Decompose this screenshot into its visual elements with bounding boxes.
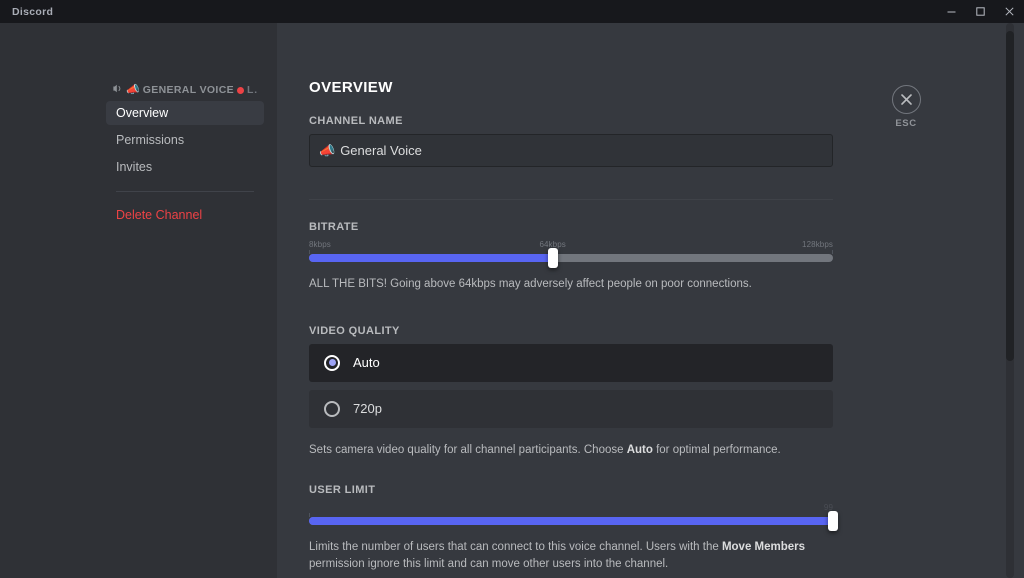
window-controls (937, 0, 1024, 23)
sidebar-item-overview[interactable]: Overview (106, 101, 264, 125)
settings-scrollbar-thumb[interactable] (1006, 31, 1014, 361)
bitrate-slider-fill (309, 254, 553, 262)
sidebar-item-delete-channel[interactable]: Delete Channel (106, 203, 264, 227)
close-settings-button[interactable]: ESC (878, 85, 934, 129)
user-limit-min-tick (309, 503, 311, 517)
help-text-after: for optimal performance. (653, 444, 781, 456)
user-limit-section: USER LIMIT 99 (309, 484, 833, 572)
bitrate-section: BITRATE 8kbps 64kbps 128kbps (309, 221, 833, 293)
live-label: LIVE (247, 84, 257, 96)
bitrate-min-tick: 8kbps (309, 240, 331, 254)
bitrate-label: BITRATE (309, 221, 833, 233)
video-quality-label: VIDEO QUALITY (309, 325, 833, 337)
user-limit-slider-thumb[interactable] (828, 511, 838, 531)
user-limit-label: USER LIMIT (309, 484, 833, 496)
close-button[interactable] (995, 0, 1024, 23)
settings-scrollbar[interactable] (1006, 23, 1014, 578)
video-quality-options: Auto 720p (309, 344, 833, 428)
sidebar-item-label: Delete Channel (116, 208, 202, 222)
radio-selected-icon (324, 355, 340, 371)
channel-name-value: General Voice (340, 143, 422, 158)
bitrate-max-tick: 128kbps (802, 240, 833, 254)
sidebar-channel-header: 📣 GENERAL VOICE LIVE (106, 83, 264, 101)
maximize-button[interactable] (966, 0, 995, 23)
user-limit-slider-fill (309, 517, 833, 525)
close-x-icon (892, 85, 921, 114)
user-limit-min-label (309, 503, 311, 512)
bitrate-ticks: 8kbps 64kbps 128kbps (309, 240, 833, 254)
sidebar-item-label: Invites (116, 160, 152, 174)
help-text-bold: Move Members (722, 541, 805, 553)
sidebar-item-label: Permissions (116, 133, 184, 147)
esc-label: ESC (895, 118, 916, 129)
minimize-button[interactable] (937, 0, 966, 23)
radio-option-label: Auto (353, 355, 380, 370)
help-text-before: Sets camera video quality for all channe… (309, 444, 627, 456)
speaker-icon (112, 83, 123, 99)
bitrate-min-label: 8kbps (309, 240, 331, 249)
tick-line-icon (832, 250, 833, 254)
settings-window-body: 📣 GENERAL VOICE LIVE Overview Permission… (0, 23, 1024, 578)
video-quality-section: VIDEO QUALITY Auto 720p (309, 325, 833, 459)
window-titlebar[interactable]: Discord (0, 0, 1024, 23)
megaphone-emoji-icon: 📣 (319, 144, 335, 157)
discord-window: Discord (0, 0, 1024, 578)
help-text-after: permission ignore this limit and can mov… (309, 558, 668, 570)
window-title: Discord (12, 6, 53, 18)
help-text-bold: Auto (627, 444, 653, 456)
settings-main-panel: OVERVIEW CHANNEL NAME 📣 General Voice BI… (277, 23, 1024, 578)
sidebar-item-invites[interactable]: Invites (106, 155, 264, 179)
user-limit-ticks: 99 (309, 503, 833, 517)
video-quality-help-text: Sets camera video quality for all channe… (309, 442, 833, 459)
sidebar-channel-name: GENERAL VOICE (143, 84, 234, 96)
user-limit-slider[interactable] (309, 517, 833, 525)
bitrate-slider-thumb[interactable] (548, 248, 558, 268)
channel-name-input[interactable]: 📣 General Voice (309, 134, 833, 167)
radio-unselected-icon (324, 401, 340, 417)
sidebar-item-permissions[interactable]: Permissions (106, 128, 264, 152)
live-badge: LIVE (237, 84, 257, 96)
help-text-before: Limits the number of users that can conn… (309, 541, 722, 553)
bitrate-max-label: 128kbps (802, 240, 833, 249)
tick-line-icon (309, 250, 310, 254)
page-title: OVERVIEW (309, 79, 833, 96)
bitrate-slider[interactable] (309, 254, 833, 262)
bitrate-help-text: ALL THE BITS! Going above 64kbps may adv… (309, 276, 833, 293)
channel-name-label: CHANNEL NAME (309, 115, 833, 127)
user-limit-help-text: Limits the number of users that can conn… (309, 539, 833, 572)
radio-option-label: 720p (353, 401, 382, 416)
live-dot-icon (237, 87, 244, 94)
video-quality-option-auto[interactable]: Auto (309, 344, 833, 382)
settings-sidebar: 📣 GENERAL VOICE LIVE Overview Permission… (0, 23, 277, 578)
video-quality-option-720p[interactable]: 720p (309, 390, 833, 428)
sidebar-item-label: Overview (116, 106, 168, 120)
megaphone-emoji-icon: 📣 (126, 85, 140, 96)
content-divider (309, 199, 833, 200)
sidebar-divider (116, 191, 254, 192)
